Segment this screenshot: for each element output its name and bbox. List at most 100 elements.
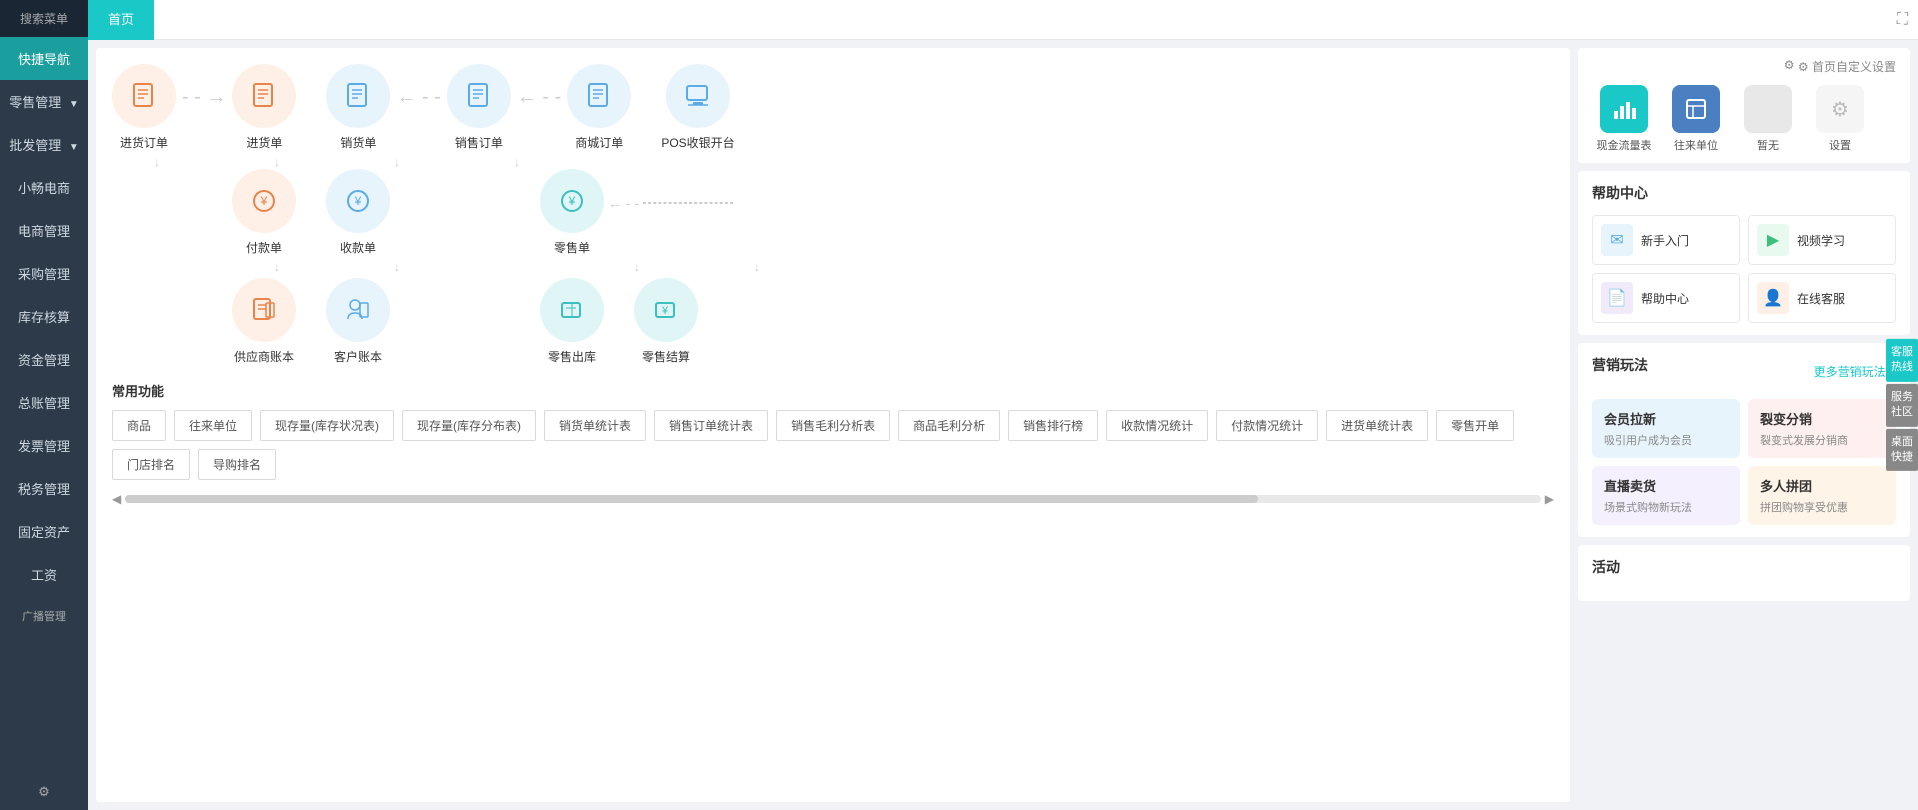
scroll-track[interactable] [125,495,1541,503]
func-btn-partner[interactable]: 往来单位 [174,410,252,441]
help-chat[interactable]: 👤 在线客服 [1748,273,1896,323]
func-btn-stock-dist[interactable]: 现存量(库存分布表) [402,410,536,441]
help-grid: ✉ 新手入门 ▶ 视频学习 📄 帮助中心 👤 在线客服 [1592,215,1896,323]
sidebar-item-more[interactable]: 广播管理 [0,596,88,636]
supplier-account-icon [232,278,296,342]
cashflow-label: 现金流量表 [1597,137,1652,153]
quick-access: ⚙ ⚙ 首页自定义设置 现金流量表 往来单位 [1578,48,1910,163]
node-retail-settle[interactable]: ¥ 零售结算 [634,278,698,365]
qa-partner[interactable]: 往来单位 [1664,85,1728,153]
customer-account-icon [326,278,390,342]
live-desc: 场景式购物新玩法 [1604,499,1728,515]
node-customer-account[interactable]: 客户账本 [326,278,390,365]
sidebar-item-ledger[interactable]: 总账管理 [0,381,88,424]
node-purchase-bill[interactable]: 进货单 [232,64,296,151]
node-purchase-order[interactable]: 进货订单 [112,64,176,151]
marketing-member[interactable]: 会员拉新 吸引用户成为会员 [1592,399,1740,458]
activity-title: 活动 [1592,557,1896,577]
func-grid: 商品 往来单位 现存量(库存状况表) 现存量(库存分布表) 销货单统计表 销售订… [112,410,1554,480]
retail-out-icon [540,278,604,342]
node-supplier-account[interactable]: 供应商账本 [232,278,296,365]
sidebar-item-finance[interactable]: 资金管理 [0,338,88,381]
more-marketing-link[interactable]: 更多营销玩法 > [1814,363,1896,380]
quick-access-settings[interactable]: ⚙ ⚙ 首页自定义设置 [1592,58,1896,75]
func-btn-sales-profit[interactable]: 销售毛利分析表 [776,410,890,441]
arrow-right-1: - - → [182,86,226,109]
func-btn-sales-rank[interactable]: 销售排行榜 [1008,410,1098,441]
settings-gear-icon: ⚙ [1784,58,1795,75]
node-payment-out[interactable]: ¥ 付款单 [232,169,296,256]
func-btn-sales-order-stat[interactable]: 销售订单统计表 [654,410,768,441]
qa-settings[interactable]: ⚙ 设置 [1808,85,1872,153]
sidebar-item-ecommerce[interactable]: 电商管理 [0,209,88,252]
sidebar-item-tax[interactable]: 税务管理 [0,467,88,510]
purchase-order-icon [112,64,176,128]
partner-icon [1672,85,1720,133]
marketing-live[interactable]: 直播卖货 场景式购物新玩法 [1592,466,1740,525]
marketing-group[interactable]: 多人拼团 拼团购物享受优惠 [1748,466,1896,525]
sidebar-item-wholesale[interactable]: 批发管理 ▼ [0,123,88,166]
common-functions-title: 常用功能 [112,381,1554,400]
func-btn-stock-status[interactable]: 现存量(库存状况表) [260,410,394,441]
mall-order-icon [567,64,631,128]
sidebar-item-quick-nav[interactable]: 快捷导航 [0,37,88,80]
beginner-icon: ✉ [1601,224,1633,256]
node-payment-in[interactable]: ¥ 收款单 [326,169,390,256]
fission-desc: 裂变式发展分销商 [1760,432,1884,448]
marketing-fission[interactable]: 裂变分销 裂变式发展分销商 [1748,399,1896,458]
sidebar-item-retail[interactable]: 零售管理 ▼ [0,80,88,123]
live-title: 直播卖货 [1604,476,1728,495]
scroll-left-btn[interactable]: ◀ [112,492,121,506]
node-sales-order[interactable]: 销售订单 [447,64,511,151]
help-beginner[interactable]: ✉ 新手入门 [1592,215,1740,265]
func-btn-sales-stat[interactable]: 销货单统计表 [544,410,646,441]
func-btn-payment-stat[interactable]: 付款情况统计 [1216,410,1318,441]
activity-section: 活动 [1578,545,1910,601]
sidebar-item-salary[interactable]: 工资 [0,553,88,596]
fullscreen-button[interactable]: ⛶ [1897,11,1908,29]
scroll-right-btn[interactable]: ▶ [1545,492,1554,506]
node-sales-bill[interactable]: 销货单 [326,64,390,151]
sidebar-item-assets[interactable]: 固定资产 [0,510,88,553]
func-btn-goods-profit[interactable]: 商品毛利分析 [898,410,1000,441]
sidebar-item-purchase[interactable]: 采购管理 [0,252,88,295]
marketing-header: 营销玩法 更多营销玩法 > [1592,355,1896,387]
topbar: 首页 ⛶ [88,0,1918,40]
floating-buttons: 客服热线 服务社区 桌面快捷 [1886,339,1918,471]
help-video[interactable]: ▶ 视频学习 [1748,215,1896,265]
settings-label: ⚙ 首页自定义设置 [1798,58,1896,75]
func-btn-store-rank[interactable]: 门店排名 [112,449,190,480]
partner-label: 往来单位 [1674,137,1718,153]
sidebar-item-invoice[interactable]: 发票管理 [0,424,88,467]
arrow-left-1: ← - - [396,86,440,109]
float-community[interactable]: 服务社区 [1886,384,1918,427]
node-mall-order[interactable]: 商城订单 [567,64,631,151]
node-pos[interactable]: POS收银开台 [661,64,734,151]
func-btn-purchase-stat[interactable]: 进货单统计表 [1326,410,1428,441]
help-docs[interactable]: 📄 帮助中心 [1592,273,1740,323]
right-panel: ⚙ ⚙ 首页自定义设置 现金流量表 往来单位 [1578,40,1918,810]
docs-icon: 📄 [1601,282,1633,314]
qa-empty: 暂无 [1736,85,1800,153]
sidebar-item-inventory[interactable]: 库存核算 [0,295,88,338]
sales-order-icon [447,64,511,128]
svg-text:¥: ¥ [260,194,268,208]
payment-in-icon: ¥ [326,169,390,233]
func-btn-goods[interactable]: 商品 [112,410,166,441]
node-retail-out[interactable]: 零售出库 [540,278,604,365]
sidebar-search[interactable]: 搜索菜单 [0,0,88,37]
sidebar-item-ecommerce-small[interactable]: 小畅电商 [0,166,88,209]
content-area: 进货订单 - - → 进货单 [88,40,1918,810]
member-title: 会员拉新 [1604,409,1728,428]
func-btn-retail-order[interactable]: 零售开单 [1436,410,1514,441]
float-desktop[interactable]: 桌面快捷 [1886,428,1918,471]
settings-icon: ⚙ [1816,85,1864,133]
func-btn-guide-rank[interactable]: 导购排名 [198,449,276,480]
func-btn-receipt-stat[interactable]: 收款情况统计 [1106,410,1208,441]
qa-cashflow[interactable]: 现金流量表 [1592,85,1656,153]
tab-home[interactable]: 首页 [88,0,154,40]
float-customer-service[interactable]: 客服热线 [1886,339,1918,382]
scroll-thumb [125,495,1257,503]
sidebar-settings[interactable]: ⚙ [0,774,88,810]
node-retail-order[interactable]: ¥ 零售单 [540,169,604,256]
